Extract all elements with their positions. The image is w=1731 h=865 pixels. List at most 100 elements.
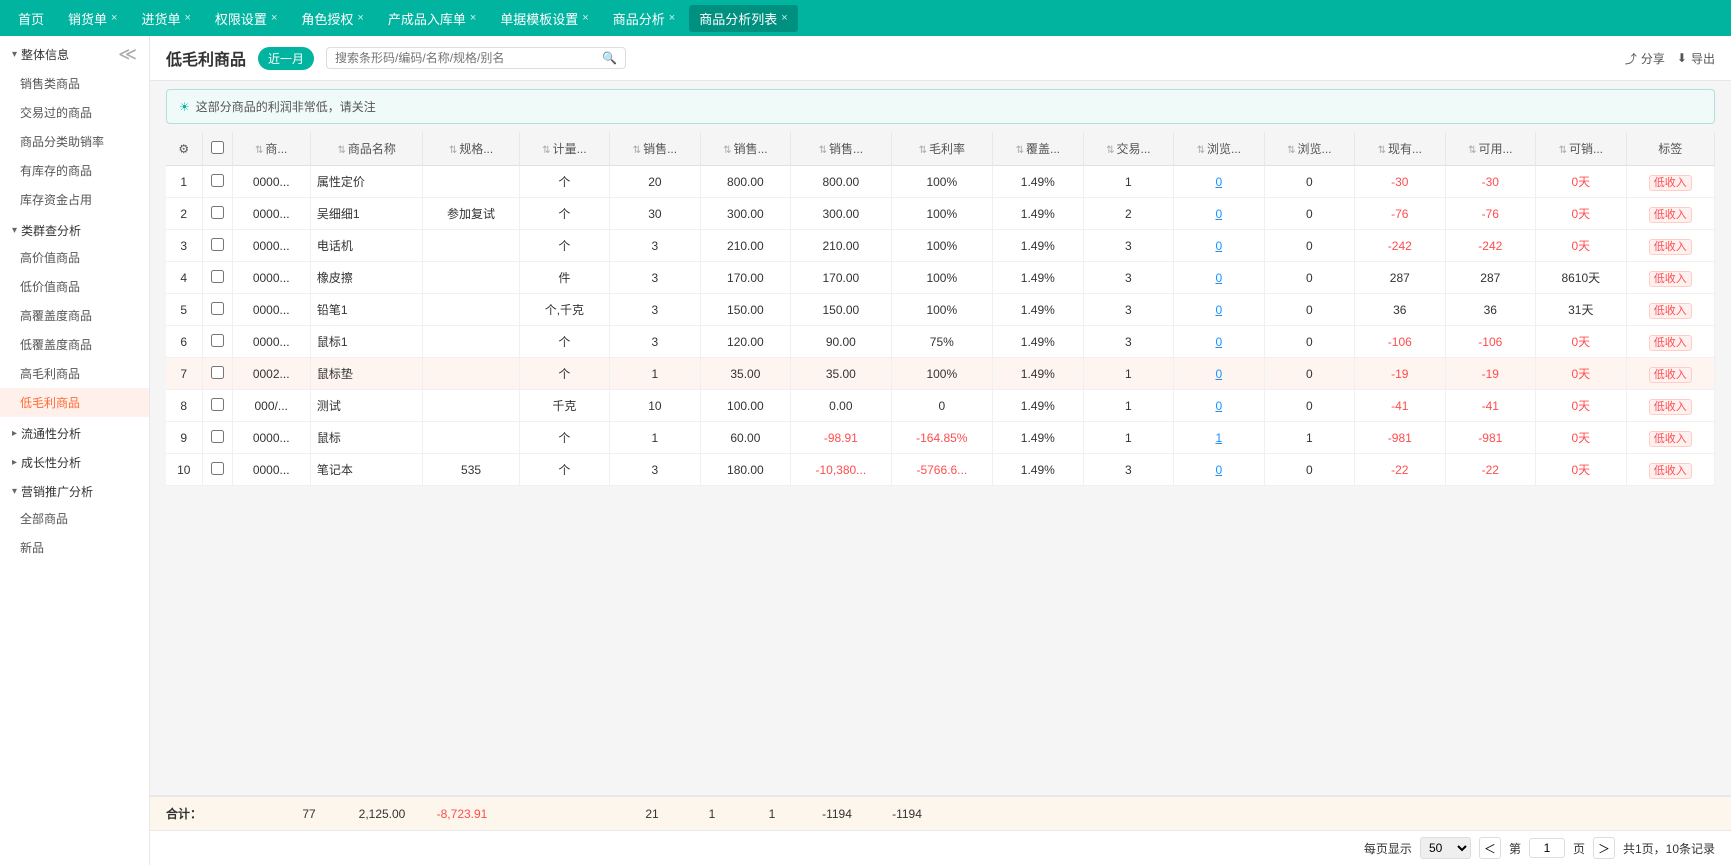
col-coverage[interactable]: ⇅覆盖...: [993, 132, 1084, 166]
sidebar-item-stock-goods[interactable]: 有库存的商品: [0, 156, 149, 185]
row-checkbox[interactable]: [211, 270, 224, 283]
cell-checkbox[interactable]: [202, 262, 232, 294]
cell-checkbox[interactable]: [202, 358, 232, 390]
per-page-select[interactable]: 50 100 200: [1420, 837, 1471, 859]
sidebar-item-sales-goods[interactable]: 销售类商品: [0, 69, 149, 98]
search-input[interactable]: [335, 51, 596, 65]
col-gross-rate[interactable]: ⇅毛利率: [891, 132, 992, 166]
cell-checkbox[interactable]: [202, 454, 232, 486]
row-checkbox[interactable]: [211, 462, 224, 475]
row-checkbox[interactable]: [211, 174, 224, 187]
sidebar-group-circulation[interactable]: ▸ 流通性分析: [0, 417, 149, 446]
cell-index: 2: [166, 198, 202, 230]
col-code[interactable]: ⇅商...: [232, 132, 310, 166]
cell-browse1[interactable]: 0: [1174, 390, 1265, 422]
table-header-row: ⚙ ⇅商... ⇅商品名称 ⇅规格... ⇅计量... ⇅销售... ⇅销售..…: [166, 132, 1715, 166]
row-checkbox[interactable]: [211, 430, 224, 443]
col-saleable[interactable]: ⇅可销...: [1536, 132, 1627, 166]
nav-item-permission[interactable]: 权限设置 ×: [205, 5, 287, 32]
search-icon[interactable]: 🔍: [602, 51, 617, 65]
cell-sale-price: 180.00: [700, 454, 791, 486]
row-checkbox[interactable]: [211, 334, 224, 347]
sidebar-item-capital[interactable]: 库存资金占用: [0, 185, 149, 214]
col-available[interactable]: ⇅可用...: [1445, 132, 1536, 166]
nav-close-purchase[interactable]: ×: [184, 12, 190, 24]
col-spec[interactable]: ⇅规格...: [423, 132, 519, 166]
nav-item-role[interactable]: 角色授权 ×: [291, 5, 373, 32]
select-all-checkbox[interactable]: [211, 141, 224, 154]
cell-checkbox[interactable]: [202, 326, 232, 358]
time-filter-button[interactable]: 近一月: [258, 47, 314, 70]
col-sale-qty[interactable]: ⇅销售...: [610, 132, 701, 166]
cell-checkbox[interactable]: [202, 390, 232, 422]
cell-browse1[interactable]: 0: [1174, 294, 1265, 326]
sidebar-item-high-value[interactable]: 高价值商品: [0, 243, 149, 272]
row-checkbox[interactable]: [211, 398, 224, 411]
col-browse1[interactable]: ⇅浏览...: [1174, 132, 1265, 166]
sidebar-group-growth[interactable]: ▸ 成长性分析: [0, 446, 149, 475]
cell-browse1[interactable]: 0: [1174, 166, 1265, 198]
sidebar-item-high-margin[interactable]: 高毛利商品: [0, 359, 149, 388]
row-checkbox[interactable]: [211, 302, 224, 315]
share-button[interactable]: ⤴ 分享: [1625, 50, 1665, 67]
sidebar-group-cluster[interactable]: ▾ 类群查分析: [0, 214, 149, 243]
sidebar-item-all-goods[interactable]: 全部商品: [0, 504, 149, 533]
top-navigation: 首页 销货单 × 进货单 × 权限设置 × 角色授权 × 产成品入库单 × 单据…: [0, 0, 1731, 36]
nav-close-role[interactable]: ×: [357, 12, 363, 24]
col-name[interactable]: ⇅商品名称: [310, 132, 423, 166]
nav-close-product-entry[interactable]: ×: [470, 12, 476, 24]
col-checkbox[interactable]: [202, 132, 232, 166]
next-page-button[interactable]: ＞: [1593, 837, 1615, 859]
cell-browse1[interactable]: 0: [1174, 262, 1265, 294]
sidebar-item-traded-goods[interactable]: 交易过的商品: [0, 98, 149, 127]
nav-close-analysis[interactable]: ×: [669, 12, 675, 24]
col-trade[interactable]: ⇅交易...: [1083, 132, 1174, 166]
sidebar-item-low-coverage[interactable]: 低覆盖度商品: [0, 330, 149, 359]
cell-sale-amount: 300.00: [791, 198, 891, 230]
sidebar-item-new-goods[interactable]: 新品: [0, 533, 149, 562]
nav-item-template[interactable]: 单据模板设置 ×: [490, 5, 598, 32]
cell-checkbox[interactable]: [202, 294, 232, 326]
nav-item-purchase[interactable]: 进货单 ×: [131, 5, 200, 32]
prev-page-button[interactable]: ＜: [1479, 837, 1501, 859]
nav-close-permission[interactable]: ×: [271, 12, 277, 24]
col-current-stock[interactable]: ⇅现有...: [1355, 132, 1446, 166]
cell-browse1[interactable]: 0: [1174, 326, 1265, 358]
nav-close-analysis-list[interactable]: ×: [781, 12, 787, 24]
cell-checkbox[interactable]: [202, 422, 232, 454]
nav-item-product-entry[interactable]: 产成品入库单 ×: [378, 5, 486, 32]
cell-checkbox[interactable]: [202, 198, 232, 230]
col-settings[interactable]: ⚙: [166, 132, 202, 166]
page-number-input[interactable]: [1529, 838, 1565, 858]
cell-code: 0000...: [232, 422, 310, 454]
cell-browse1[interactable]: 0: [1174, 454, 1265, 486]
sidebar-group-overall[interactable]: ▾ 整体信息 ≪: [0, 36, 149, 69]
nav-close-template[interactable]: ×: [582, 12, 588, 24]
nav-item-home[interactable]: 首页: [8, 5, 54, 32]
sidebar-item-low-value[interactable]: 低价值商品: [0, 272, 149, 301]
nav-item-sales[interactable]: 销货单 ×: [58, 5, 127, 32]
row-checkbox[interactable]: [211, 238, 224, 251]
nav-item-analysis[interactable]: 商品分析 ×: [603, 5, 685, 32]
col-browse2[interactable]: ⇅浏览...: [1264, 132, 1355, 166]
sidebar-item-high-coverage[interactable]: 高覆盖度商品: [0, 301, 149, 330]
nav-item-analysis-list[interactable]: 商品分析列表 ×: [689, 5, 797, 32]
sidebar-item-category-rate[interactable]: 商品分类助销率: [0, 127, 149, 156]
sidebar-item-low-margin[interactable]: 低毛利商品: [0, 388, 149, 417]
cell-checkbox[interactable]: [202, 230, 232, 262]
col-sale-amount[interactable]: ⇅销售...: [791, 132, 891, 166]
sidebar-collapse-icon[interactable]: ≪: [118, 44, 137, 65]
cell-browse1[interactable]: 1: [1174, 422, 1265, 454]
row-checkbox[interactable]: [211, 206, 224, 219]
sidebar-group-marketing[interactable]: ▾ 营销推广分析: [0, 475, 149, 504]
export-button[interactable]: ⬇ 导出: [1677, 50, 1715, 67]
total-sale-price: 2,125.00: [342, 807, 422, 821]
cell-browse1[interactable]: 0: [1174, 198, 1265, 230]
row-checkbox[interactable]: [211, 366, 224, 379]
col-sale-price[interactable]: ⇅销售...: [700, 132, 791, 166]
cell-browse1[interactable]: 0: [1174, 358, 1265, 390]
col-unit[interactable]: ⇅计量...: [519, 132, 610, 166]
cell-checkbox[interactable]: [202, 166, 232, 198]
cell-browse1[interactable]: 0: [1174, 230, 1265, 262]
nav-close-sales[interactable]: ×: [111, 12, 117, 24]
